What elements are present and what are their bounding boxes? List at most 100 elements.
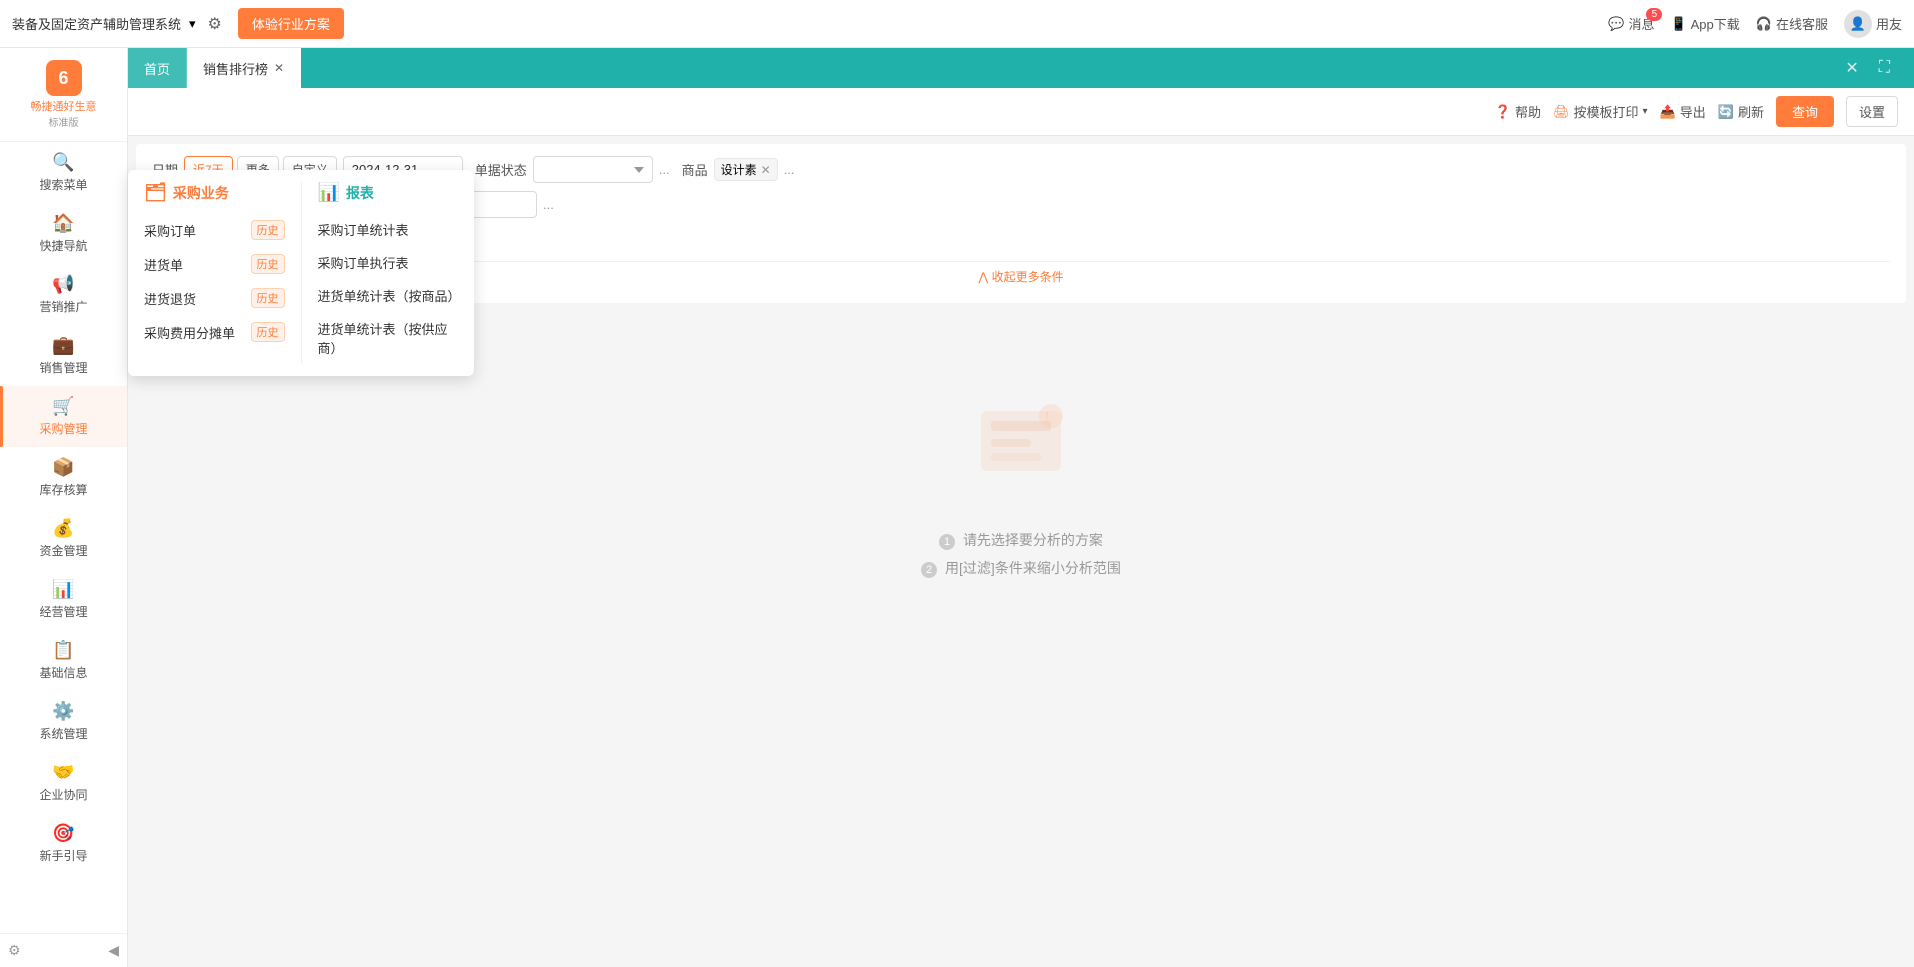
dropdown-item-purchase-order-label: 采购订单 <box>144 221 196 240</box>
dropdown-section-2-label: 报表 <box>346 183 374 203</box>
app-download-label: App下载 <box>1691 14 1740 33</box>
dropdown-item-stock-in[interactable]: 进货单 历史 <box>140 247 289 281</box>
tab-close-all-icon[interactable]: ✕ <box>1845 58 1870 78</box>
tab-expand-icon[interactable]: ⛶ <box>1879 59 1902 77</box>
doc-status-label: 单据状态 <box>475 160 527 179</box>
headset-icon: 🎧 <box>1756 16 1772 32</box>
svg-text:!: ! <box>1045 409 1049 424</box>
empty-hint-2: 2 用[过滤]条件来缩小分析范围 <box>921 554 1121 582</box>
sales-icon: 💼 <box>52 335 74 356</box>
purchase-business-icon: 🗂 <box>144 182 167 203</box>
online-service-item[interactable]: 🎧 在线客服 <box>1756 14 1828 33</box>
message-icon: 💬 <box>1608 16 1624 32</box>
top-bar-title: 装备及固定资产辅助管理系统 <box>12 14 181 33</box>
sidebar-item-finance[interactable]: 💰 资金管理 <box>0 508 127 569</box>
dropdown-item-purchase-order-exec-label: 采购订单执行表 <box>318 253 409 272</box>
sidebar-collapse-btn[interactable]: ◀ <box>108 942 119 959</box>
finance-icon: 💰 <box>52 518 74 539</box>
sidebar-item-basic[interactable]: 📋 基础信息 <box>0 630 127 691</box>
product-tag-close-icon[interactable]: ✕ <box>761 163 771 177</box>
dropdown-section-1-label: 采购业务 <box>173 183 229 203</box>
dropdown-item-stock-in-stats-product[interactable]: 进货单统计表（按商品） <box>314 279 463 312</box>
logo-icon-text: 6 <box>58 68 68 89</box>
dropdown-item-stock-in-stats-product-label: 进货单统计表（按商品） <box>318 286 459 305</box>
refresh-label: 刷新 <box>1738 102 1764 121</box>
export-icon: 📤 <box>1660 104 1676 120</box>
sidebar-label-quicknav: 快捷导航 <box>39 237 87 254</box>
help-button[interactable]: ❓ 帮助 <box>1495 102 1541 121</box>
doc-status-select[interactable] <box>533 156 653 183</box>
dropdown-item-stock-return[interactable]: 进货退货 历史 <box>140 281 289 315</box>
sidebar-settings-btn[interactable]: ⚙ <box>8 942 21 959</box>
help-label: 帮助 <box>1515 102 1541 121</box>
tab-bar-right: ✕ ⛶ <box>1845 58 1914 78</box>
sidebar-label-operation: 经营管理 <box>39 603 87 620</box>
query-button[interactable]: 查询 <box>1776 96 1834 127</box>
system-dropdown-trigger[interactable]: ▾ <box>189 16 196 32</box>
sidebar-item-system[interactable]: ⚙️ 系统管理 <box>0 691 127 752</box>
tab-home[interactable]: 首页 <box>128 48 187 88</box>
message-icon-item[interactable]: 💬 消息 5 <box>1608 14 1654 33</box>
collapse-text: ⋀ 收起更多条件 <box>978 270 1063 284</box>
message-badge: 5 <box>1646 8 1662 21</box>
settings-button[interactable]: 设置 <box>1846 96 1898 127</box>
refresh-button[interactable]: 🔄 刷新 <box>1718 102 1764 121</box>
app-download-item[interactable]: 📱 App下载 <box>1670 14 1739 33</box>
filter-product: 商品 设计素 ✕ ... <box>682 158 795 181</box>
sidebar: 6 畅捷通好生意 标准版 🔍 搜索菜单 🏠 快捷导航 📢 营销推广 <box>0 48 128 967</box>
username-label: 用友 <box>1876 14 1902 33</box>
doc-status-dots[interactable]: ... <box>659 162 670 177</box>
operation-icon: 📊 <box>52 579 74 600</box>
system-icon: ⚙️ <box>52 701 74 722</box>
dropdown-section-1-title: 🗂 采购业务 <box>140 182 289 203</box>
tab-close-icon[interactable]: ✕ <box>274 61 284 75</box>
dropdown-item-stock-return-label: 进货退货 <box>144 289 196 308</box>
sidebar-item-operation[interactable]: 📊 经营管理 <box>0 569 127 630</box>
sidebar-item-guide[interactable]: 🎯 新手引导 <box>0 813 127 874</box>
sidebar-item-purchase[interactable]: 🛒 采购管理 <box>0 386 127 447</box>
search-icon: 🔍 <box>52 152 74 173</box>
phone-icon: 📱 <box>1670 16 1686 32</box>
sidebar-label-search: 搜索菜单 <box>39 176 87 193</box>
export-label: 导出 <box>1680 102 1706 121</box>
online-service-label: 在线客服 <box>1776 14 1828 33</box>
sidebar-item-quicknav[interactable]: 🏠 快捷导航 <box>0 203 127 264</box>
guide-icon: 🎯 <box>52 823 74 844</box>
sidebar-item-inventory[interactable]: 📦 库存核算 <box>0 447 127 508</box>
export-button[interactable]: 📤 导出 <box>1660 102 1706 121</box>
dropdown-item-stock-in-stats-supplier-label: 进货单统计表（按供应商） <box>318 319 459 357</box>
sidebar-item-search[interactable]: 🔍 搜索菜单 <box>0 142 127 203</box>
enterprise-icon: 🤝 <box>52 762 74 783</box>
purchase-icon: 🛒 <box>52 396 74 417</box>
sidebar-label-purchase: 采购管理 <box>39 420 87 437</box>
top-bar-left: 装备及固定资产辅助管理系统 ▾ ⚙ 体验行业方案 <box>12 8 344 39</box>
marketing-icon: 📢 <box>52 274 74 295</box>
sidebar-item-enterprise[interactable]: 🤝 企业协同 <box>0 752 127 813</box>
dropdown-section-reports: 📊 报表 采购订单统计表 采购订单执行表 进货单统计表（按商品） 进货单统计表（… <box>302 182 475 364</box>
dropdown-item-stock-in-stats-supplier[interactable]: 进货单统计表（按供应商） <box>314 312 463 364</box>
dropdown-item-purchase-order-stats[interactable]: 采购订单统计表 <box>314 213 463 246</box>
logo-line2: 标准版 <box>49 114 79 129</box>
refresh-icon: 🔄 <box>1718 104 1734 120</box>
sidebar-item-sales[interactable]: 💼 销售管理 <box>0 325 127 386</box>
top-bar-gear-icon[interactable]: ⚙ <box>208 14 222 34</box>
sidebar-label-system: 系统管理 <box>39 725 87 742</box>
product-dots[interactable]: ... <box>784 162 795 177</box>
sidebar-bottom: ⚙ ◀ <box>0 933 127 967</box>
dropdown-item-purchase-expense-label: 采购费用分摊单 <box>144 323 235 342</box>
page-toolbar: ❓ 帮助 🖨 按模板打印 ▾ 📤 导出 🔄 刷新 <box>128 88 1914 136</box>
dropdown-item-purchase-order-exec[interactable]: 采购订单执行表 <box>314 246 463 279</box>
sidebar-label-finance: 资金管理 <box>39 542 87 559</box>
dropdown-item-purchase-order-badge: 历史 <box>251 220 285 240</box>
salesman-dots[interactable]: ... <box>543 197 554 212</box>
print-chevron-icon: ▾ <box>1643 106 1648 117</box>
product-label: 商品 <box>682 160 708 179</box>
dropdown-item-purchase-expense[interactable]: 采购费用分摊单 历史 <box>140 315 289 349</box>
print-button[interactable]: 🖨 按模板打印 ▾ <box>1553 102 1648 121</box>
sidebar-label-inventory: 库存核算 <box>39 481 87 498</box>
dropdown-item-purchase-order[interactable]: 采购订单 历史 <box>140 213 289 247</box>
trial-button[interactable]: 体验行业方案 <box>238 8 344 39</box>
tab-sales-ranking[interactable]: 销售排行榜 ✕ <box>187 48 301 88</box>
sidebar-item-marketing[interactable]: 📢 营销推广 <box>0 264 127 325</box>
user-item[interactable]: 👤 用友 <box>1844 10 1902 38</box>
